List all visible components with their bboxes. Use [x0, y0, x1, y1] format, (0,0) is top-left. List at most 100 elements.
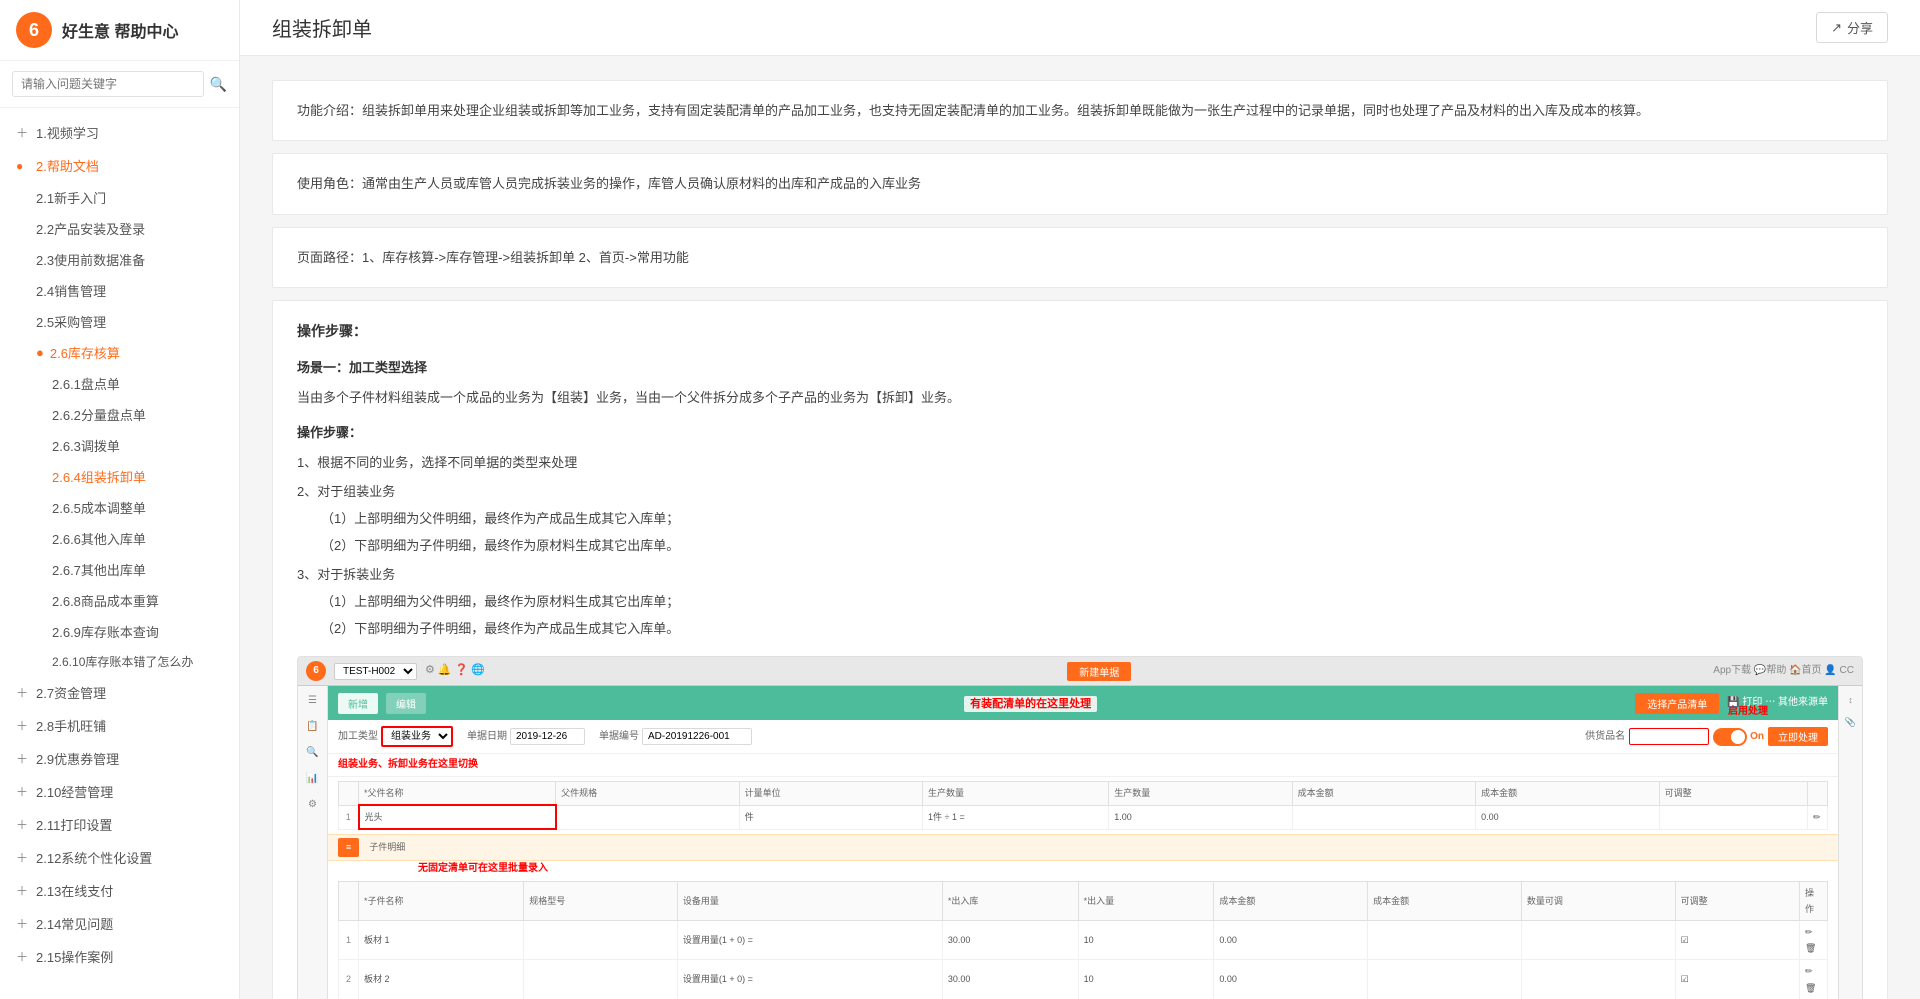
sub-table-header-row: ≡ 子件明细 无固定清单可在这里批量录入 — [328, 834, 1838, 860]
sidebar-item-2-5[interactable]: 2.5采购管理 — [0, 306, 239, 337]
sidebar-item-2-12[interactable]: ＋ 2.12系统个性化设置 — [0, 841, 239, 874]
td-parent-spec — [556, 805, 739, 829]
td-child-ops-1: ✏ 🗑 — [1800, 921, 1828, 960]
expand-icon-2-13: ＋ — [16, 882, 30, 899]
form-toggle-label: 供货品名 — [1585, 728, 1625, 746]
th-child-adj: 可调整 — [1675, 881, 1799, 920]
form-field-type: 加工类型 组装业务 拆卸业务 — [338, 726, 453, 747]
sub-table-label: 子件明细 — [369, 839, 405, 855]
sidebar-item-2-6[interactable]: ● 2.6库存核算 — [0, 337, 239, 368]
sidebar-item-2-6-1[interactable]: 2.6.1盘点单 — [0, 368, 239, 399]
expand-icon-2-8: ＋ — [16, 717, 30, 734]
th-child-usage: 设备用量 — [677, 881, 942, 920]
expand-icon-2-11: ＋ — [16, 816, 30, 833]
app-chrome-bar: 6 TEST-H002 ⚙ 🔔 ❓ 🌐 新建单据 App下载 💬帮助 🏠首页 👤… — [298, 657, 1862, 686]
td-prod2: 1.00 — [1109, 805, 1292, 829]
icon-1: ☰ — [308, 692, 317, 710]
th-child-ops: 操作 — [1800, 881, 1828, 920]
parent-table: *父件名称 父件规格 计量单位 生产数量 生产数量 成本金额 成本金额 可调整 — [338, 781, 1828, 830]
form-no-label: 单据编号 — [599, 728, 639, 746]
td-child-name-1: 板材 1 — [359, 921, 524, 960]
app-confirm-btn[interactable]: 立即处理 — [1768, 727, 1828, 746]
sidebar-item-2-11[interactable]: ＋ 2.11打印设置 — [0, 808, 239, 841]
enable-toggle[interactable] — [1713, 728, 1747, 746]
main-content: 功能介绍：组装拆卸单用来处理企业组装或拆卸等加工业务，支持有固定装配清单的产品加… — [240, 56, 1920, 999]
th-child-cost2: 成本金额 — [1368, 881, 1522, 920]
form-type-select[interactable]: 组装业务 拆卸业务 — [381, 726, 453, 747]
sidebar-item-2-6-8[interactable]: 2.6.8商品成本重算 — [0, 585, 239, 616]
sub-table-icon: ≡ — [338, 838, 359, 856]
sidebar-item-2-14[interactable]: ＋ 2.14常见问题 — [0, 907, 239, 940]
sidebar-item-2-3[interactable]: 2.3使用前数据准备 — [0, 244, 239, 275]
td-child-spec-2 — [524, 960, 678, 999]
th-adjustable: 可调整 — [1659, 782, 1807, 806]
app-center-btn: 新建单据 — [493, 662, 1705, 681]
sidebar-item-2-2[interactable]: 2.2产品安装及登录 — [0, 213, 239, 244]
search-icon[interactable]: 🔍 — [210, 76, 227, 93]
main-area: 组装拆卸单 ↗ 分享 功能介绍：组装拆卸单用来处理企业组装或拆卸等加工业务，支持… — [240, 0, 1920, 999]
sidebar-item-2-15[interactable]: ＋ 2.15操作案例 — [0, 940, 239, 973]
sidebar-item-2-7[interactable]: ＋ 2.7资金管理 — [0, 676, 239, 709]
form-supplier-input[interactable] — [1629, 728, 1709, 745]
td-adj — [1659, 805, 1807, 829]
td-child-cost2-1 — [1368, 921, 1522, 960]
sidebar-item-2-4[interactable]: 2.4销售管理 — [0, 275, 239, 306]
expand-icon-2-12: ＋ — [16, 849, 30, 866]
td-row-no: 1 — [339, 805, 359, 829]
sidebar-item-2-6-3[interactable]: 2.6.3调拨单 — [0, 430, 239, 461]
td-child-cost2-2 — [1368, 960, 1522, 999]
sidebar-item-2-6-4[interactable]: 2.6.4组装拆卸单 — [0, 461, 239, 492]
sidebar-item-2-6-9[interactable]: 2.6.9库存账本查询 — [0, 616, 239, 647]
app-company-select[interactable]: TEST-H002 — [334, 663, 417, 680]
app-tab-save[interactable]: 编辑 — [386, 693, 426, 714]
screenshot-container: 6 TEST-H002 ⚙ 🔔 ❓ 🌐 新建单据 App下载 💬帮助 🏠首页 👤… — [297, 656, 1863, 999]
role-card: 使用角色：通常由生产人员或库管人员完成拆装业务的操作，库管人员确认原材料的出库和… — [272, 153, 1888, 214]
td-child-usage-1: 设置用量(1 + 0) = — [677, 921, 942, 960]
search-box[interactable]: 🔍 — [0, 61, 239, 108]
sidebar-item-2-13[interactable]: ＋ 2.13在线支付 — [0, 874, 239, 907]
step1: 1、根据不同的业务，选择不同单据的类型来处理 — [297, 451, 1863, 474]
annotation-4-text: 无固定清单可在这里批量录入 — [418, 860, 548, 878]
intro-card: 功能介绍：组装拆卸单用来处理企业组装或拆卸等加工业务，支持有固定装配清单的产品加… — [272, 80, 1888, 141]
child-row-2: 2 板材 2 设置用量(1 + 0) = 30.00 10 0.00 — [339, 960, 1828, 999]
share-icon: ↗ — [1831, 20, 1842, 36]
sidebar-item-2-10[interactable]: ＋ 2.10经营管理 — [0, 775, 239, 808]
toggle-on-label: On — [1750, 728, 1764, 746]
sidebar-item-video[interactable]: ＋ 1.视频学习 — [0, 116, 239, 149]
sidebar-item-2-8[interactable]: ＋ 2.8手机旺铺 — [0, 709, 239, 742]
td-child-ops-2: ✏ 🗑 — [1800, 960, 1828, 999]
brand-name: 好生意 帮助中心 — [62, 18, 178, 42]
step2-2: （2）下部明细为子件明细，最终作为原材料生成其它出库单。 — [297, 534, 1863, 557]
sidebar-item-docs[interactable]: ● 2.帮助文档 — [0, 149, 239, 182]
share-button[interactable]: ↗ 分享 — [1816, 12, 1888, 43]
top-table-area: *父件名称 父件规格 计量单位 生产数量 生产数量 成本金额 成本金额 可调整 — [328, 777, 1838, 834]
app-tab-new[interactable]: 新增 — [338, 693, 378, 714]
sidebar-item-2-6-6[interactable]: 2.6.6其他入库单 — [0, 523, 239, 554]
annotation-3-text: 启用处理 — [1728, 703, 1768, 721]
expand-icon-2-14: ＋ — [16, 915, 30, 932]
th-ops — [1808, 782, 1828, 806]
sidebar-item-2-6-2[interactable]: 2.6.2分量盘点单 — [0, 399, 239, 430]
sidebar-item-2-6-10[interactable]: 2.6.10库存账本错了怎么办 — [0, 647, 239, 676]
app-new-order-btn[interactable]: 新建单据 — [1067, 662, 1131, 681]
sidebar-item-2-6-5[interactable]: 2.6.5成本调整单 — [0, 492, 239, 523]
app-select-product-btn[interactable]: 选择产品清单 — [1635, 693, 1719, 714]
sidebar-item-2-1[interactable]: 2.1新手入门 — [0, 182, 239, 213]
td-inout-qty-1: 10 — [1078, 921, 1214, 960]
ops-title: 操作步骤： — [297, 319, 1863, 344]
form-date-label: 单据日期 — [467, 728, 507, 746]
form-date-input[interactable] — [510, 728, 585, 745]
form-toggle-area: 供货品名 On 立即处理 启用处理 — [1585, 727, 1828, 746]
td-unit: 件 — [739, 805, 922, 829]
sidebar-item-2-6-7[interactable]: 2.6.7其他出库单 — [0, 554, 239, 585]
logo-icon: 6 — [16, 12, 52, 48]
role-text: 使用角色：通常由生产人员或库管人员完成拆装业务的操作，库管人员确认原材料的出库和… — [297, 172, 1863, 195]
right-icon-2: 📎 — [1845, 714, 1856, 730]
intro-text: 功能介绍：组装拆卸单用来处理企业组装或拆卸等加工业务，支持有固定装配清单的产品加… — [297, 99, 1863, 122]
form-no-input[interactable] — [642, 728, 752, 745]
search-input[interactable] — [12, 71, 204, 97]
app-icons: ⚙ 🔔 ❓ 🌐 — [425, 661, 485, 681]
th-prod-qty: 生产数量 — [923, 782, 1109, 806]
icon-3: 🔍 — [306, 744, 318, 762]
sidebar-item-2-9[interactable]: ＋ 2.9优惠券管理 — [0, 742, 239, 775]
